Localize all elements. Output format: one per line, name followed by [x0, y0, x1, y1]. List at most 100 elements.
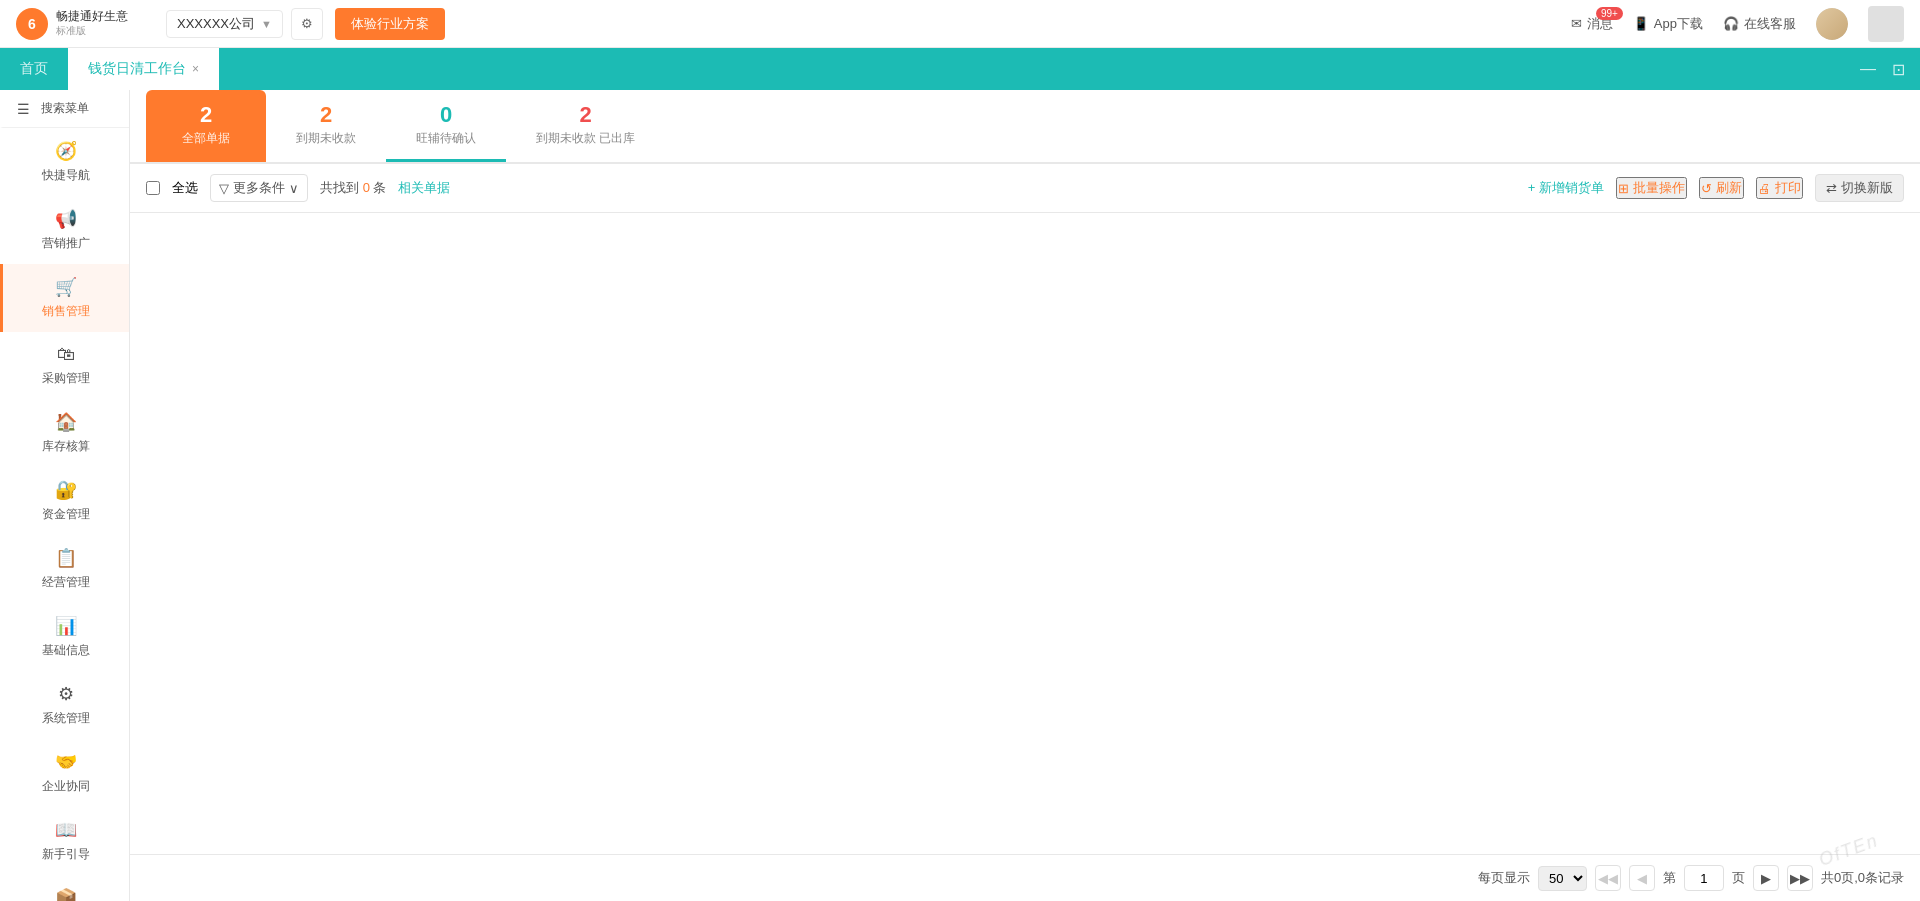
lock-icon: 🔐	[55, 479, 77, 501]
company-selector[interactable]: XXXXXX公司 ▼	[166, 10, 283, 38]
count-text: 共找到 0 条	[320, 179, 386, 197]
page-number-input[interactable]	[1684, 865, 1724, 891]
print-button[interactable]: 🖨 打印	[1756, 177, 1803, 199]
print-icon: 🖨	[1758, 181, 1771, 196]
sidebar-marketing-label: 营销推广	[42, 235, 90, 252]
sidebar-item-marketing[interactable]: 📢 营销推广	[0, 196, 129, 264]
count-value: 0	[363, 180, 370, 195]
sidebar-item-sales[interactable]: 🛒 销售管理	[0, 264, 129, 332]
tab-minimize-button[interactable]: —	[1856, 57, 1880, 81]
filter-button[interactable]: ▽ 更多条件 ∨	[210, 174, 308, 202]
batch-label: 批量操作	[1633, 179, 1685, 197]
sidebar-item-search-menu[interactable]: ☰ 搜索菜单	[0, 90, 129, 128]
stat-all-number: 2	[200, 102, 212, 128]
user-menu-button[interactable]	[1868, 6, 1904, 42]
batch-operation-button[interactable]: ⊞ 批量操作	[1616, 177, 1687, 199]
count-prefix: 共找到	[320, 180, 359, 195]
stat-tab-wangfu[interactable]: 0 旺辅待确认	[386, 90, 506, 162]
trial-button[interactable]: 体验行业方案	[335, 8, 445, 40]
box-icon: 📦	[55, 887, 77, 901]
sidebar-item-finance[interactable]: 🔐 资金管理	[0, 467, 129, 535]
table-area	[130, 213, 1920, 854]
tab-home[interactable]: 首页	[0, 48, 68, 90]
filter-arrow-icon: ∨	[289, 181, 299, 196]
sidebar-sales-label: 销售管理	[42, 303, 90, 320]
stat-wangfu-label: 旺辅待确认	[416, 130, 476, 147]
last-page-button[interactable]: ▶▶	[1787, 865, 1813, 891]
settings-button[interactable]: ⚙	[291, 8, 323, 40]
app-download-button[interactable]: 📱 App下载	[1633, 15, 1703, 33]
sidebar-item-guide[interactable]: 📖 新手引导	[0, 807, 129, 875]
dropdown-arrow-icon: ▼	[261, 18, 272, 30]
sidebar-item-quick-nav[interactable]: 🧭 快捷导航	[0, 128, 129, 196]
app-download-label: App下载	[1654, 15, 1703, 33]
company-name: XXXXXX公司	[177, 15, 255, 33]
add-sales-button[interactable]: + 新增销货单	[1528, 179, 1604, 197]
sidebar-item-purchase[interactable]: 🛍 采购管理	[0, 332, 129, 399]
toolbar-right: + 新增销货单 ⊞ 批量操作 ↺ 刷新 🖨 打印 ⇄ 切换新版	[1528, 174, 1904, 202]
message-icon: ✉	[1571, 16, 1582, 31]
page-label: 第	[1663, 869, 1676, 887]
sidebar-item-basic-info[interactable]: 📊 基础信息	[0, 603, 129, 671]
sidebar: ☰ 搜索菜单 🧭 快捷导航 📢 营销推广 🛒 销售管理 🛍 采购管理 🏠 库存核…	[0, 90, 130, 901]
sidebar-item-app-center[interactable]: 📦 应用中心	[0, 875, 129, 901]
switch-label: 切换新版	[1841, 179, 1893, 197]
tab-work-station[interactable]: 钱货日清工作台 ×	[68, 48, 219, 90]
stat-shipped-label: 到期未收款 已出库	[536, 130, 635, 147]
sidebar-inventory-label: 库存核算	[42, 438, 90, 455]
select-all-checkbox[interactable]	[146, 181, 160, 195]
top-header: 6 畅捷通好生意 标准版 XXXXXX公司 ▼ ⚙ 体验行业方案 ✉ 消息 99…	[0, 0, 1920, 48]
next-page-button[interactable]: ▶	[1753, 865, 1779, 891]
total-records-label: 共0页,0条记录	[1821, 869, 1904, 887]
stat-all-label: 全部单据	[182, 130, 230, 147]
page-suffix: 页	[1732, 869, 1745, 887]
refresh-button[interactable]: ↺ 刷新	[1699, 177, 1744, 199]
count-unit: 条	[373, 180, 386, 195]
filter-icon: ▽	[219, 181, 229, 196]
sidebar-item-enterprise[interactable]: 🤝 企业协同	[0, 739, 129, 807]
sidebar-item-operations[interactable]: 📋 经营管理	[0, 535, 129, 603]
first-page-button[interactable]: ◀◀	[1595, 865, 1621, 891]
pagination: 每页显示 50 ◀◀ ◀ 第 页 ▶ ▶▶ 共0页,0条记录	[130, 854, 1920, 901]
logo-subtitle: 标准版	[56, 24, 128, 38]
stat-tab-all[interactable]: 2 全部单据	[146, 90, 266, 162]
user-avatar[interactable]	[1816, 8, 1848, 40]
megaphone-icon: 📢	[55, 208, 77, 230]
compass-icon: 🧭	[55, 140, 77, 162]
logo-icon: 6	[16, 8, 48, 40]
stat-wangfu-number: 0	[440, 102, 452, 128]
logo-title: 畅捷通好生意	[56, 9, 128, 25]
sidebar-item-inventory[interactable]: 🏠 库存核算	[0, 399, 129, 467]
prev-page-button[interactable]: ◀	[1629, 865, 1655, 891]
clipboard-icon: 📋	[55, 547, 77, 569]
per-page-select[interactable]: 50	[1538, 866, 1587, 891]
select-all-label: 全选	[172, 179, 198, 197]
content-area: 2 全部单据 2 到期未收款 0 旺辅待确认 2 到期未收款 已出库 全选	[130, 90, 1920, 901]
sidebar-purchase-label: 采购管理	[42, 370, 90, 387]
batch-icon: ⊞	[1618, 181, 1629, 196]
tab-home-label: 首页	[20, 60, 48, 78]
tab-maximize-button[interactable]: ⊡	[1886, 57, 1910, 81]
switch-version-button[interactable]: ⇄ 切换新版	[1815, 174, 1904, 202]
logo-text-block: 畅捷通好生意 标准版	[56, 9, 128, 39]
switch-icon: ⇄	[1826, 181, 1837, 196]
stat-shipped-number: 2	[580, 102, 592, 128]
stat-overdue-number: 2	[320, 102, 332, 128]
sidebar-guide-label: 新手引导	[42, 846, 90, 863]
sidebar-operations-label: 经营管理	[42, 574, 90, 591]
related-orders-link[interactable]: 相关单据	[398, 179, 450, 197]
tab-close-icon[interactable]: ×	[192, 62, 199, 76]
shopping-icon: 🛍	[57, 344, 75, 365]
messages-button[interactable]: ✉ 消息 99+	[1571, 15, 1613, 33]
sidebar-basic-info-label: 基础信息	[42, 642, 90, 659]
stat-tab-shipped[interactable]: 2 到期未收款 已出库	[506, 90, 665, 162]
sidebar-item-system[interactable]: ⚙ 系统管理	[0, 671, 129, 739]
tab-workstation-label: 钱货日清工作台	[88, 60, 186, 78]
online-service-button[interactable]: 🎧 在线客服	[1723, 15, 1796, 33]
stat-tab-overdue[interactable]: 2 到期未收款	[266, 90, 386, 162]
filter-label: 更多条件	[233, 179, 285, 197]
refresh-icon: ↺	[1701, 181, 1712, 196]
online-service-label: 在线客服	[1744, 15, 1796, 33]
stat-overdue-label: 到期未收款	[296, 130, 356, 147]
print-label: 打印	[1775, 179, 1801, 197]
